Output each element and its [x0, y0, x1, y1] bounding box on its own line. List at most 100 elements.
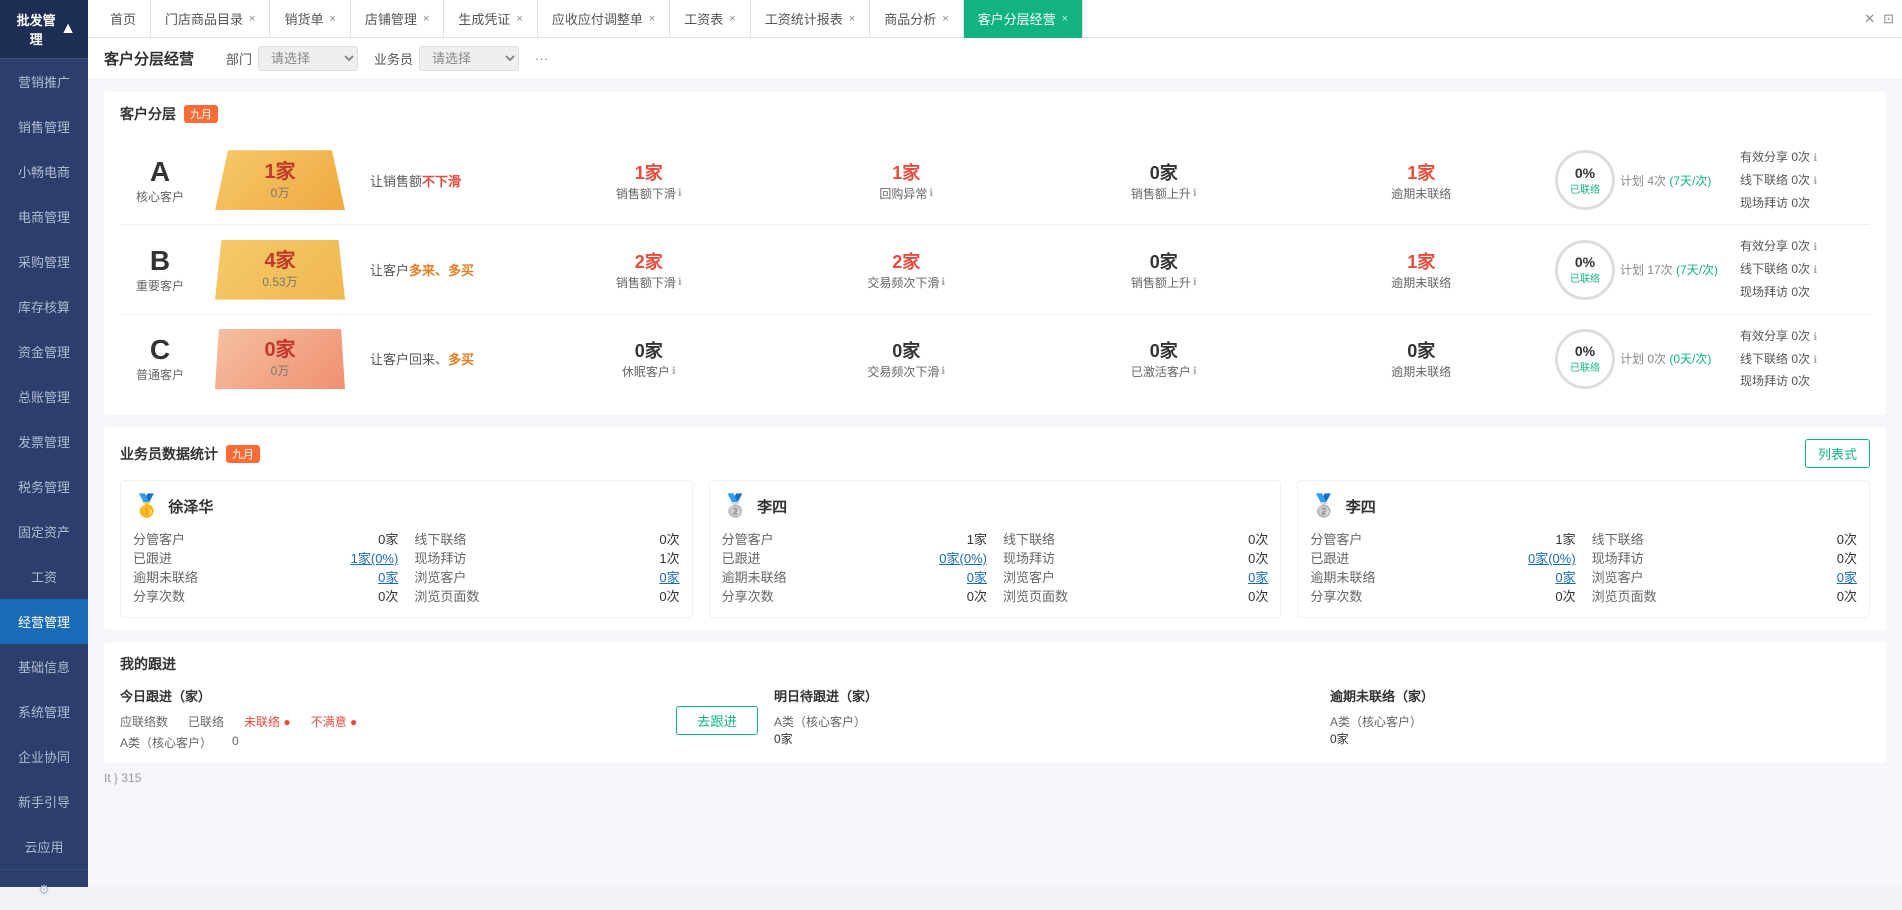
- main-content: 首页门店商品目录×销货单×店铺管理×生成凭证×应收应付调整单×工资表×工资统计报…: [88, 0, 1902, 887]
- info-icon-b2[interactable]: ℹ: [941, 277, 945, 288]
- agent-stat-rvalue-0-0: 0次: [659, 529, 679, 548]
- dept-label: 部门: [226, 49, 252, 68]
- sidebar-item-工资[interactable]: 工资: [0, 554, 88, 599]
- agent-select[interactable]: 请选择: [419, 46, 519, 71]
- tab-工资表[interactable]: 工资表×: [670, 0, 750, 38]
- sidebar-item-系统管理[interactable]: 系统管理: [0, 689, 88, 734]
- agent-stat-rvalue-1-2[interactable]: 0家: [1248, 567, 1268, 586]
- tab-首页[interactable]: 首页: [96, 0, 151, 38]
- agent-stat-label-0-1: 已跟进: [133, 548, 172, 567]
- sidebar-item-库存核算[interactable]: 库存核算: [0, 284, 88, 329]
- info-icon[interactable]: ℹ: [678, 188, 682, 199]
- tier-c-stat-1-label: 休眠客户 ℹ: [609, 363, 689, 380]
- dept-select[interactable]: 请选择: [258, 46, 358, 71]
- sidebar-item-新手引导[interactable]: 新手引导: [0, 779, 88, 824]
- agent-stat-left-2-2: 逾期未联络 0家: [1310, 567, 1575, 586]
- sidebar-item-营销推广[interactable]: 营销推广: [0, 59, 88, 104]
- tab-销货单[interactable]: 销货单×: [270, 0, 350, 38]
- tier-c-plan-text: 计划 0次 (0天/次): [1620, 350, 1740, 367]
- more-options-icon[interactable]: ···: [535, 51, 548, 66]
- tab-close-icon-销货单[interactable]: ×: [329, 13, 335, 25]
- tab-close-icon-工资表[interactable]: ×: [729, 13, 735, 25]
- tier-b-stat-3-num[interactable]: 0家: [1124, 248, 1204, 274]
- agent-stat-value-0-2[interactable]: 0家: [378, 567, 398, 586]
- tier-a-stat-2-num[interactable]: 1家: [866, 159, 946, 185]
- list-view-button[interactable]: 列表式: [1805, 439, 1870, 468]
- agent-stat-rvalue-0-2[interactable]: 0家: [659, 567, 679, 586]
- settings-button[interactable]: ⚙: [0, 869, 88, 910]
- info-icon-c1[interactable]: ℹ: [672, 366, 676, 377]
- sidebar-item-资金管理[interactable]: 资金管理: [0, 329, 88, 374]
- sidebar-item-销售管理[interactable]: 销售管理: [0, 104, 88, 149]
- overdue-follow-col: 逾期未联络（家） A类（核心客户） 0家: [1330, 686, 1870, 747]
- sidebar-item-发票管理[interactable]: 发票管理: [0, 419, 88, 464]
- tab-店铺管理[interactable]: 店铺管理×: [351, 0, 444, 38]
- agent-label: 业务员: [374, 49, 413, 68]
- tier-c-stat-1-num[interactable]: 0家: [609, 337, 689, 363]
- sidebar-collapse-icon[interactable]: ▲: [60, 20, 76, 38]
- tab-close-icon-应收应付调整单[interactable]: ×: [649, 13, 655, 25]
- info-icon-2[interactable]: ℹ: [929, 188, 933, 199]
- tier-a-stat-1-num[interactable]: 1家: [609, 159, 689, 185]
- funnel-a-shape[interactable]: 1家 0万: [215, 150, 345, 210]
- tomorrow-sub: A类（核心客户） 0家: [774, 713, 1314, 747]
- tier-c-stat-2-num[interactable]: 0家: [866, 337, 946, 363]
- tier-a-count: 1家: [264, 160, 295, 184]
- sidebar-item-企业协同[interactable]: 企业协同: [0, 734, 88, 779]
- agent-stat-value-0-1[interactable]: 1家(0%): [351, 548, 399, 567]
- tier-b-stat-2-num[interactable]: 2家: [866, 248, 946, 274]
- tier-section-title: 客户分层: [120, 104, 176, 124]
- tab-close-icon-商品分析[interactable]: ×: [942, 13, 948, 25]
- tomorrow-row-a: A类（核心客户）: [774, 713, 1314, 730]
- tab-close-icon-生成凭证[interactable]: ×: [516, 13, 522, 25]
- tier-b-stat-1-num[interactable]: 2家: [609, 248, 689, 274]
- go-follow-button[interactable]: 去跟进: [676, 706, 758, 735]
- close-all-icon[interactable]: ✕: [1864, 11, 1875, 27]
- tier-c-stat-4-num[interactable]: 0家: [1381, 337, 1461, 363]
- tier-b-stat-4-num[interactable]: 1家: [1381, 248, 1461, 274]
- tier-a-stat-3-num[interactable]: 0家: [1124, 159, 1204, 185]
- sidebar-item-基础信息[interactable]: 基础信息: [0, 644, 88, 689]
- expand-icon[interactable]: ⊡: [1883, 11, 1894, 27]
- funnel-c-shape[interactable]: 0家 0万: [215, 329, 345, 389]
- tab-门店商品目录[interactable]: 门店商品目录×: [151, 0, 270, 38]
- agent-stat-value-1-2[interactable]: 0家: [967, 567, 987, 586]
- tab-生成凭证[interactable]: 生成凭证×: [444, 0, 537, 38]
- tier-c-visit: 现场拜访 0次: [1740, 370, 1870, 393]
- tab-close-icon-门店商品目录[interactable]: ×: [249, 13, 255, 25]
- sidebar-item-固定资产[interactable]: 固定资产: [0, 509, 88, 554]
- tier-c-stat-3-num[interactable]: 0家: [1124, 337, 1204, 363]
- tier-a-label: A 核心客户: [120, 156, 200, 205]
- tab-客户分层经营[interactable]: 客户分层经营×: [964, 0, 1083, 38]
- tier-a-stat-4-num[interactable]: 1家: [1381, 159, 1461, 185]
- tier-c-pct-label: 已联络: [1570, 359, 1600, 374]
- sidebar-item-小畅电商[interactable]: 小畅电商: [0, 149, 88, 194]
- info-icon-b1[interactable]: ℹ: [678, 277, 682, 288]
- agent-stat-value-1-1[interactable]: 0家(0%): [939, 548, 987, 567]
- sidebar-item-云应用[interactable]: 云应用: [0, 824, 88, 869]
- info-icon-c2[interactable]: ℹ: [941, 366, 945, 377]
- sidebar-item-经营管理[interactable]: 经营管理: [0, 599, 88, 644]
- agent-stat-value-2-2[interactable]: 0家: [1555, 567, 1575, 586]
- sidebar-item-采购管理[interactable]: 采购管理: [0, 239, 88, 284]
- overdue-follow-title: 逾期未联络（家）: [1330, 686, 1870, 705]
- sidebar-item-电商管理[interactable]: 电商管理: [0, 194, 88, 239]
- follow-header-col1: 已联络: [188, 713, 224, 730]
- tier-b-offline: 线下联络 0次 ℹ: [1740, 258, 1870, 281]
- sidebar-item-总账管理[interactable]: 总账管理: [0, 374, 88, 419]
- agent-stat-value-2-1[interactable]: 0家(0%): [1528, 548, 1576, 567]
- agent-stat-rvalue-2-2[interactable]: 0家: [1837, 567, 1857, 586]
- agent-stat-rlabel-2-2: 浏览客户: [1592, 567, 1644, 586]
- funnel-b-shape[interactable]: 4家 0.53万: [215, 240, 345, 300]
- info-icon-c3[interactable]: ℹ: [1193, 366, 1197, 377]
- info-icon-b3[interactable]: ℹ: [1193, 277, 1197, 288]
- tab-工资统计报表[interactable]: 工资统计报表×: [751, 0, 870, 38]
- info-icon-3[interactable]: ℹ: [1193, 188, 1197, 199]
- agent-stat-left-0-3: 分享次数 0次: [133, 586, 398, 605]
- tab-close-icon-店铺管理[interactable]: ×: [423, 13, 429, 25]
- tab-close-icon-工资统计报表[interactable]: ×: [849, 13, 855, 25]
- tab-close-icon-客户分层经营[interactable]: ×: [1062, 13, 1068, 25]
- tab-应收应付调整单[interactable]: 应收应付调整单×: [538, 0, 670, 38]
- sidebar-item-税务管理[interactable]: 税务管理: [0, 464, 88, 509]
- tab-商品分析[interactable]: 商品分析×: [870, 0, 963, 38]
